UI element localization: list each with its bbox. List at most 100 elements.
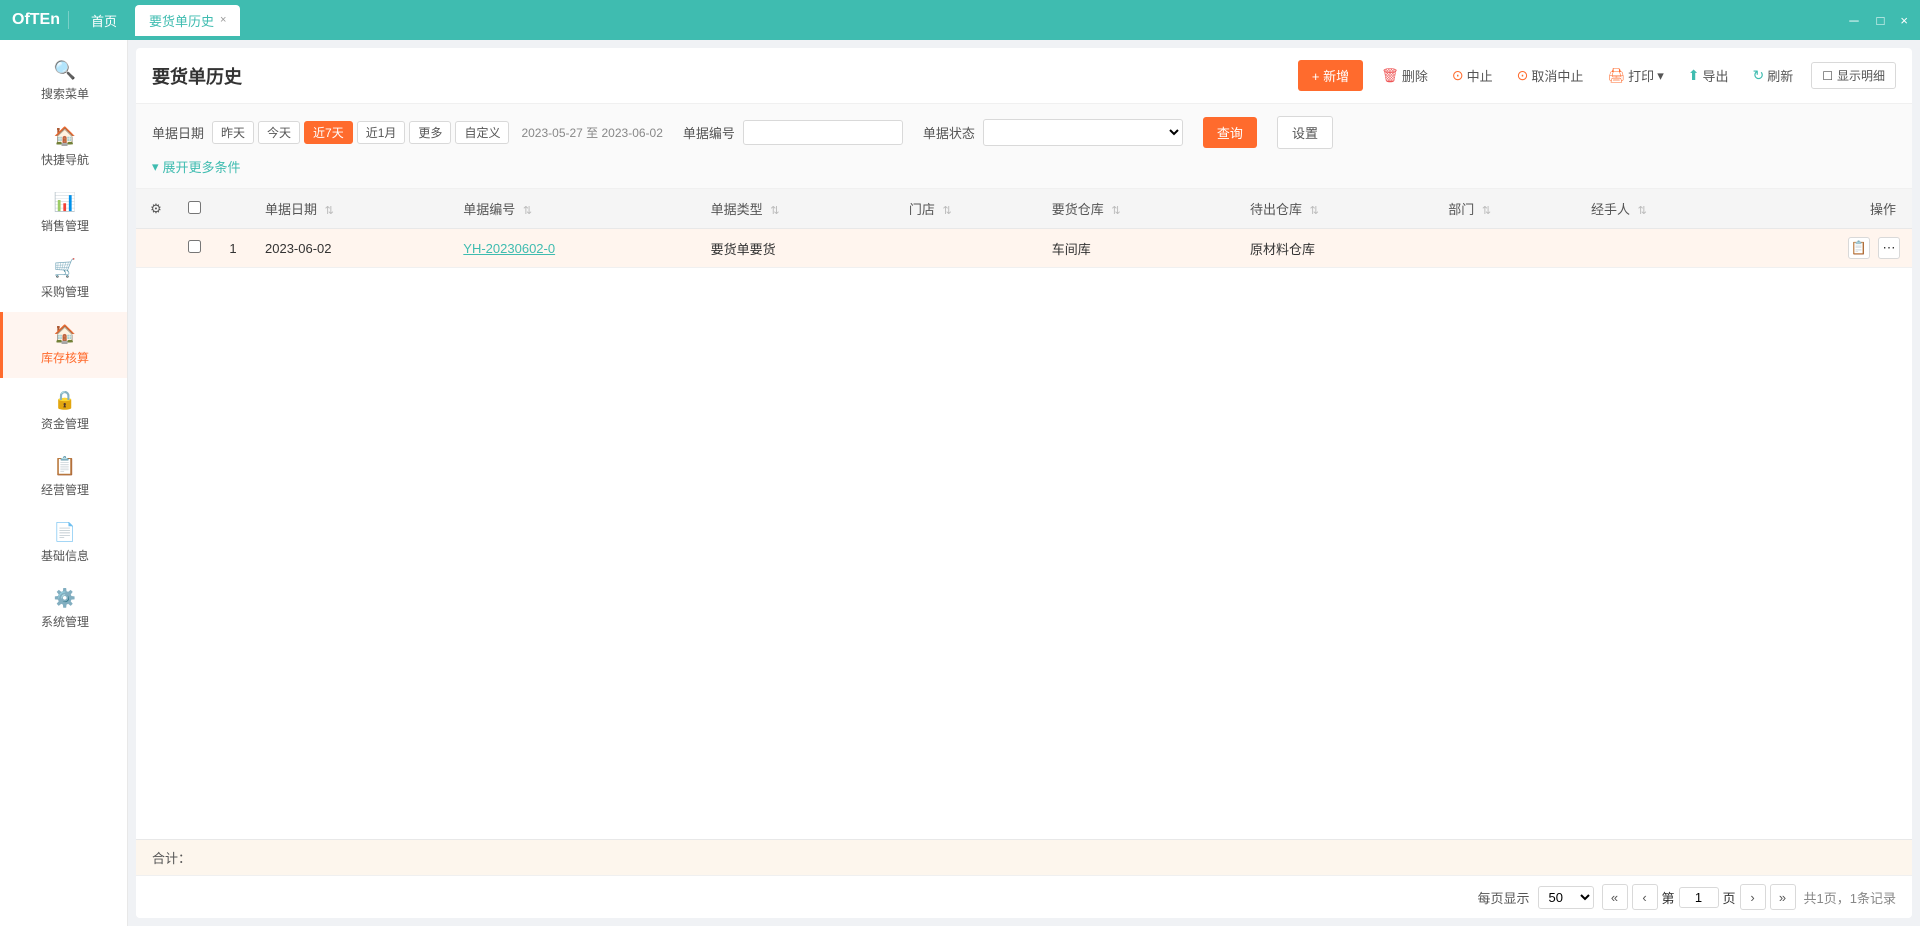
data-table: ⚙ 单据日期 ⇅ 单据编号 ⇅ 单据类型 ⇅ 门店 ⇅ 要货仓库 ⇅ 待出仓库 … [136, 189, 1912, 268]
refresh-icon: ↻ [1752, 67, 1764, 84]
query-button[interactable]: 查询 [1203, 117, 1257, 148]
th-date[interactable]: 单据日期 ⇅ [253, 189, 451, 229]
date-btn-more[interactable]: 更多 [409, 121, 451, 144]
new-button[interactable]: + 新增 [1298, 60, 1363, 91]
date-btn-today[interactable]: 今天 [258, 121, 300, 144]
purchase-icon: 🛒 [54, 258, 76, 279]
op-more-icon[interactable]: ⋯ [1878, 237, 1900, 259]
th-pending-warehouse[interactable]: 待出仓库 ⇅ [1238, 189, 1436, 229]
sidebar-item-search-menu[interactable]: 🔍 搜索菜单 [0, 48, 127, 114]
search-menu-icon: 🔍 [54, 60, 76, 81]
th-operation: 操作 [1750, 189, 1912, 229]
td-operation: 📋 ⋯ [1750, 229, 1912, 268]
tab-close-icon[interactable]: × [220, 14, 226, 26]
sidebar-item-purchase[interactable]: 🛒 采购管理 [0, 246, 127, 312]
refresh-button[interactable]: ↻ 刷新 [1746, 62, 1799, 89]
system-icon: ⚙️ [54, 588, 76, 609]
tab-home[interactable]: 首页 [77, 5, 131, 36]
td-store [897, 229, 1040, 268]
td-handler [1579, 229, 1750, 268]
quick-nav-icon: 🏠 [54, 126, 76, 147]
table-footer: 合计： [136, 839, 1912, 875]
sidebar-item-basic-info[interactable]: 📄 基础信息 [0, 510, 127, 576]
th-index [213, 189, 253, 229]
sidebar-item-system[interactable]: ⚙️ 系统管理 [0, 576, 127, 642]
bill-status-select[interactable] [983, 119, 1183, 146]
top-bar-right: － □ × [1848, 11, 1908, 30]
logo: OfTEn [12, 11, 69, 29]
page-info: 共1页，1条记录 [1804, 888, 1896, 907]
filter-row: 单据日期 昨天 今天 近7天 近1月 更多 自定义 2023-05-27 至 2… [152, 116, 1896, 149]
top-bar: OfTEn 首页 要货单历史 × － □ × [0, 0, 1920, 40]
bill-number-input[interactable] [743, 120, 903, 145]
th-store[interactable]: 门店 ⇅ [897, 189, 1040, 229]
delete-button[interactable]: 🗑 删除 [1375, 62, 1434, 89]
maximize-icon[interactable]: □ [1877, 13, 1885, 28]
date-range: 2023-05-27 至 2023-06-02 [521, 124, 662, 141]
stop-button[interactable]: ⊙ 中止 [1446, 62, 1499, 89]
sidebar-item-sales[interactable]: 📊 销售管理 [0, 180, 127, 246]
print-dropdown-icon: ▾ [1657, 68, 1664, 84]
th-handler[interactable]: 经手人 ⇅ [1579, 189, 1750, 229]
date-btn-yesterday[interactable]: 昨天 [212, 121, 254, 144]
row-checkbox[interactable] [188, 240, 201, 253]
expand-filter-button[interactable]: ▾ 展开更多条件 [152, 157, 241, 176]
settings-button[interactable]: 设置 [1277, 116, 1333, 149]
date-filter: 单据日期 昨天 今天 近7天 近1月 更多 自定义 2023-05-27 至 2… [152, 121, 663, 144]
date-btn-7days[interactable]: 近7天 [304, 121, 353, 144]
td-pending-warehouse: 原材料仓库 [1238, 229, 1436, 268]
operations-icon: 📋 [54, 456, 76, 477]
sidebar-item-finance[interactable]: 🔒 资金管理 [0, 378, 127, 444]
minimize-icon[interactable]: － [1848, 11, 1861, 30]
td-number: YH-20230602-0 [451, 229, 698, 268]
pagination-bar: 每页显示 20 50 100 « ‹ 第 页 › » [136, 875, 1912, 918]
date-btn-custom[interactable]: 自定义 [455, 121, 509, 144]
page-last-btn[interactable]: » [1770, 884, 1796, 910]
bill-number-link[interactable]: YH-20230602-0 [463, 241, 555, 256]
select-all-checkbox[interactable] [188, 201, 201, 214]
page-number-input[interactable] [1679, 887, 1719, 908]
content-area: 要货单历史 + 新增 🗑 删除 ⊙ 中止 ⊙ 取消中止 [128, 40, 1920, 926]
expand-icon: ▾ [152, 159, 159, 175]
app-container: OfTEn 首页 要货单历史 × － □ × 🔍 搜索菜单 🏠 快捷导航 📊 [0, 0, 1920, 926]
page-size-select[interactable]: 20 50 100 [1538, 886, 1594, 909]
print-icon: 🖨 [1607, 67, 1625, 84]
export-button[interactable]: ⬆ 导出 [1682, 62, 1735, 89]
display-cell-button[interactable]: ☐ 显示明细 [1811, 62, 1896, 89]
finance-icon: 🔒 [54, 390, 76, 411]
basic-info-icon: 📄 [54, 522, 76, 543]
page-prev-btn[interactable]: ‹ [1632, 884, 1658, 910]
page-label: 页 [1723, 888, 1736, 907]
close-window-icon[interactable]: × [1900, 13, 1908, 28]
tab-active[interactable]: 要货单历史 × [135, 5, 240, 36]
page-first-btn[interactable]: « [1602, 884, 1628, 910]
page-title: 要货单历史 [152, 63, 1298, 89]
delete-icon: 🗑 [1381, 67, 1399, 84]
sidebar-item-inventory[interactable]: 🏠 库存核算 [0, 312, 127, 378]
sales-icon: 📊 [54, 192, 76, 213]
date-btn-1month[interactable]: 近1月 [357, 121, 406, 144]
export-icon: ⬆ [1688, 67, 1700, 84]
th-number[interactable]: 单据编号 ⇅ [451, 189, 698, 229]
th-type[interactable]: 单据类型 ⇅ [699, 189, 897, 229]
cancel-stop-button[interactable]: ⊙ 取消中止 [1511, 62, 1590, 89]
bill-number-filter: 单据编号 [683, 120, 903, 145]
sidebar-item-operations[interactable]: 📋 经营管理 [0, 444, 127, 510]
print-button[interactable]: 🖨 打印 ▾ [1601, 62, 1669, 89]
table-row: 1 2023-06-02 YH-20230602-0 要货单要货 车间库 原材料… [136, 229, 1912, 268]
th-settings[interactable]: ⚙ [136, 189, 176, 229]
th-department[interactable]: 部门 ⇅ [1436, 189, 1579, 229]
display-cell-checkbox: ☐ [1822, 69, 1833, 83]
stop-icon: ⊙ [1452, 67, 1464, 84]
sidebar-item-quick-nav[interactable]: 🏠 快捷导航 [0, 114, 127, 180]
page-next-btn[interactable]: › [1740, 884, 1766, 910]
td-date: 2023-06-02 [253, 229, 451, 268]
inventory-icon: 🏠 [54, 324, 76, 345]
op-edit-icon[interactable]: 📋 [1848, 237, 1870, 259]
cancel-stop-icon: ⊙ [1517, 67, 1529, 84]
filter-area: 单据日期 昨天 今天 近7天 近1月 更多 自定义 2023-05-27 至 2… [136, 104, 1912, 189]
page-nav: « ‹ 第 页 › » [1602, 884, 1796, 910]
td-settings [136, 229, 176, 268]
td-type: 要货单要货 [699, 229, 897, 268]
th-req-warehouse[interactable]: 要货仓库 ⇅ [1040, 189, 1238, 229]
